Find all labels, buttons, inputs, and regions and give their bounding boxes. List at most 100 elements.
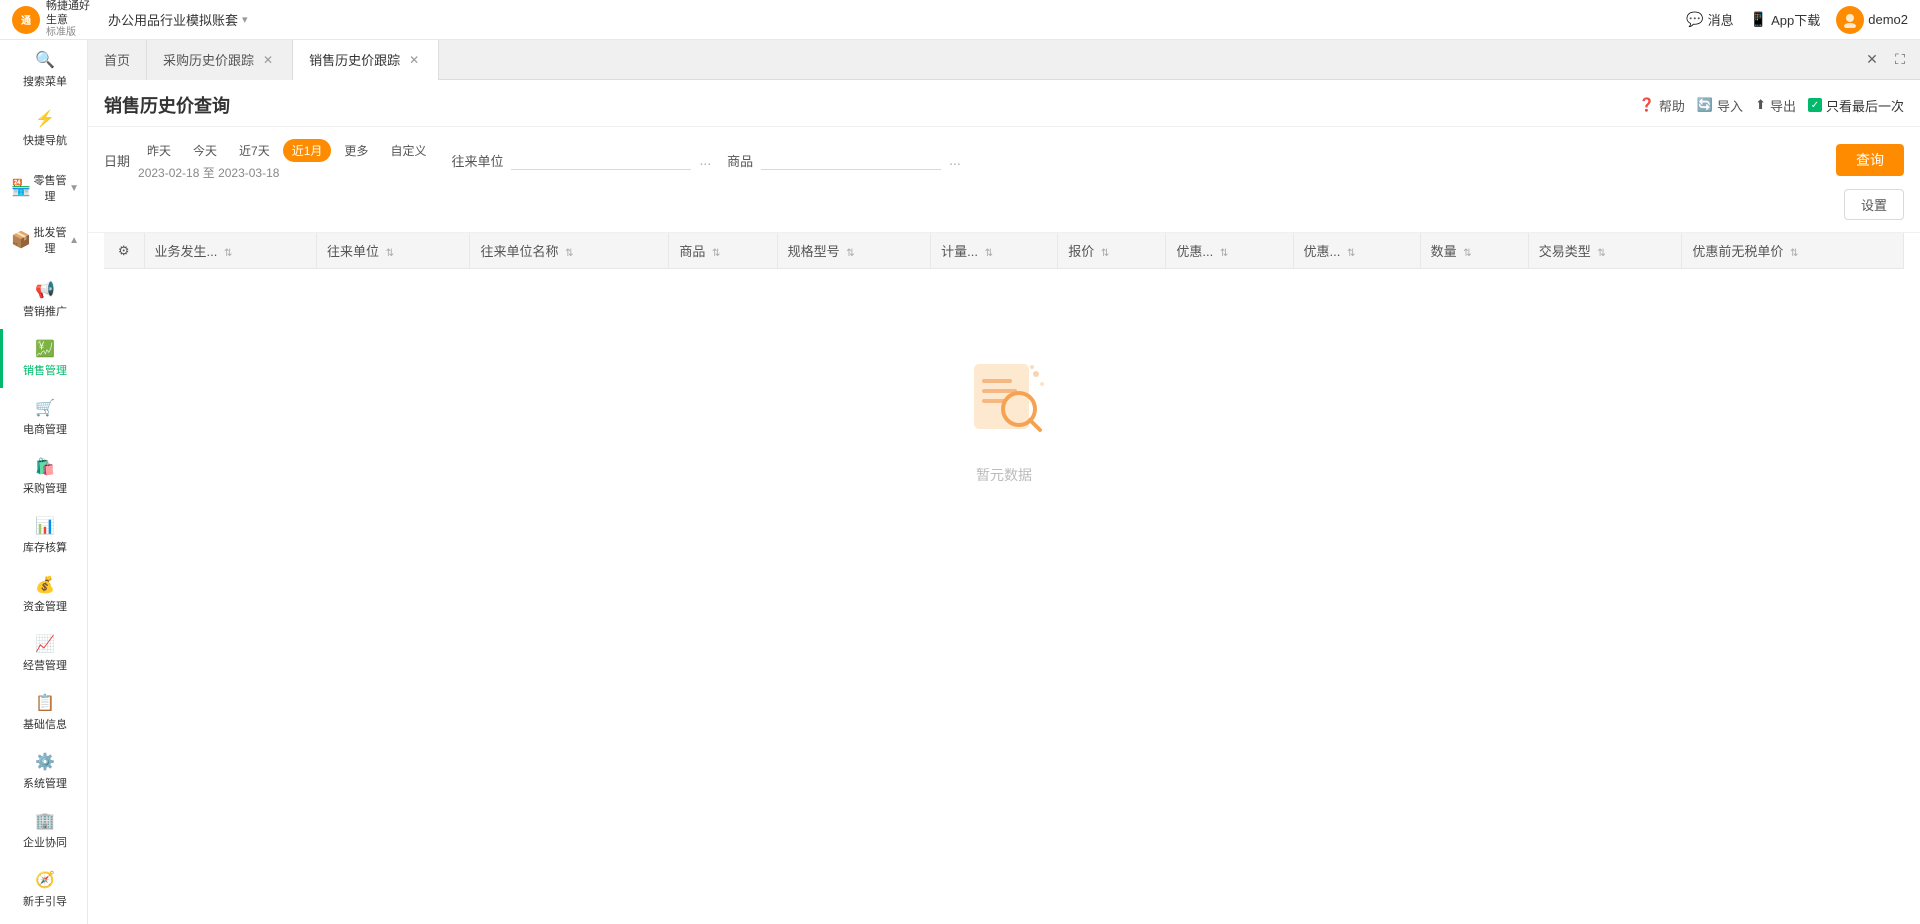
table-header-row: ⚙ 业务发生... ⇅ 往来单位 ⇅ 往来单位名称 [104, 233, 1904, 269]
sidebar-item-system[interactable]: ⚙️ 系统管理 [0, 742, 87, 801]
marketing-icon: 📢 [35, 280, 55, 300]
sort-icon-partner-name: ⇅ [565, 248, 573, 259]
sidebar-item-guide[interactable]: 🧭 新手引导 [0, 860, 87, 919]
settings-icon: ⚙ [118, 243, 130, 258]
help-action[interactable]: ❓ 帮助 [1639, 96, 1685, 115]
sort-icon-discount1: ⇅ [1220, 248, 1228, 259]
date-btn-yesterday[interactable]: 昨天 [138, 139, 180, 162]
message-icon: 💬 [1686, 11, 1703, 28]
th-partner-name[interactable]: 往来单位名称 ⇅ [470, 233, 669, 269]
purchase-icon: 🛍️ [35, 457, 55, 477]
th-biz-date[interactable]: 业务发生... ⇅ [144, 233, 316, 269]
date-btn-today[interactable]: 今天 [184, 139, 226, 162]
sidebar-item-wholesale[interactable]: 📦 批发管理 ▲ [0, 214, 87, 266]
th-spec[interactable]: 规格型号 ⇅ [777, 233, 931, 269]
empty-state: 暂元数据 [104, 269, 1904, 565]
sidebar-item-search[interactable]: 🔍 搜索菜单 [0, 40, 87, 99]
show-last-checkbox-group[interactable]: ✓ 只看最后一次 [1808, 96, 1904, 115]
th-pretax-price[interactable]: 优惠前无税单价 ⇅ [1682, 233, 1904, 269]
th-quantity[interactable]: 数量 ⇅ [1420, 233, 1528, 269]
th-quote[interactable]: 报价 ⇅ [1058, 233, 1166, 269]
workspace-selector[interactable]: 办公用品行业模拟账套 ▾ [108, 10, 248, 29]
page-header: 销售历史价查询 ❓ 帮助 🔄 导入 ⬆ 导出 ✓ [88, 80, 1920, 127]
sidebar-item-marketing[interactable]: 📢 营销推广 [0, 270, 87, 329]
sidebar-item-ecommerce[interactable]: 🛒 电商管理 [0, 388, 87, 447]
retail-icon: 🏪 [11, 178, 31, 198]
export-icon: ⬆ [1755, 97, 1766, 113]
date-filter-group: 昨天 今天 近7天 近1月 更多 自定义 2023-02-18 至 2023-0… [138, 139, 435, 181]
sidebar-item-basic[interactable]: 📋 基础信息 [0, 683, 87, 742]
sidebar-item-quick[interactable]: ⚡ 快捷导航 [0, 99, 87, 158]
svg-text:通: 通 [21, 15, 31, 27]
avatar [1836, 6, 1864, 34]
sidebar-item-appstore[interactable]: 📱 应用中心 [0, 919, 87, 924]
search-icon: 🔍 [35, 50, 55, 70]
tab-close-all-button[interactable]: ✕ [1860, 48, 1884, 72]
th-unit[interactable]: 计量... ⇅ [931, 233, 1058, 269]
ecommerce-icon: 🛒 [35, 398, 55, 418]
retail-chevron-icon: ▼ [69, 183, 79, 194]
sort-icon-partner-code: ⇅ [386, 248, 394, 259]
sort-icon-quote: ⇅ [1101, 248, 1109, 259]
settings-button[interactable]: 设置 [1844, 189, 1904, 220]
date-btn-custom[interactable]: 自定义 [381, 139, 435, 162]
export-action[interactable]: ⬆ 导出 [1755, 96, 1796, 115]
page-header-actions: ❓ 帮助 🔄 导入 ⬆ 导出 ✓ 只看最后一次 [1639, 96, 1904, 115]
user-action[interactable]: demo2 [1836, 6, 1908, 34]
sidebar: 🔍 搜索菜单 ⚡ 快捷导航 🏪 零售管理 ▼ 📦 批发管理 ▲ 📢 营销推广 💹… [0, 40, 88, 924]
top-bar: 通 畅捷通好生意 标准版 办公用品行业模拟账套 ▾ 💬 消息 📱 App下载 d… [0, 0, 1920, 40]
sort-icon-trade-type: ⇅ [1597, 248, 1605, 259]
app-download-action[interactable]: 📱 App下载 [1750, 10, 1821, 29]
inventory-icon: 📊 [35, 516, 55, 536]
date-range-text: 2023-02-18 至 2023-03-18 [138, 164, 435, 181]
show-last-checkbox[interactable]: ✓ [1808, 98, 1822, 112]
phone-icon: 📱 [1750, 11, 1767, 28]
th-discount2[interactable]: 优惠... ⇅ [1293, 233, 1420, 269]
top-bar-right: 💬 消息 📱 App下载 demo2 [1686, 6, 1908, 34]
sidebar-item-business[interactable]: 📈 经营管理 [0, 624, 87, 683]
th-product[interactable]: 商品 ⇅ [669, 233, 777, 269]
th-settings[interactable]: ⚙ [104, 233, 144, 269]
sidebar-item-sales[interactable]: 💹 销售管理 [0, 329, 87, 388]
import-action[interactable]: 🔄 导入 [1697, 96, 1743, 115]
tab-sales-history[interactable]: 销售历史价跟踪 ✕ [293, 40, 439, 80]
tab-bar-actions: ✕ ⛶ [1860, 48, 1920, 72]
partner-input[interactable] [511, 150, 691, 170]
partner-label: 往来单位 [451, 151, 503, 170]
tab-maximize-button[interactable]: ⛶ [1888, 48, 1912, 72]
lightning-icon: ⚡ [35, 109, 55, 129]
sidebar-item-finance[interactable]: 💰 资金管理 [0, 565, 87, 624]
partner-dots[interactable]: ... [699, 152, 711, 168]
th-discount1[interactable]: 优惠... ⇅ [1166, 233, 1293, 269]
date-btn-7days[interactable]: 近7天 [230, 139, 279, 162]
sidebar-item-retail[interactable]: 🏪 零售管理 ▼ [0, 162, 87, 214]
logo-icon: 通 [12, 6, 40, 34]
wholesale-chevron-icon: ▲ [69, 235, 79, 246]
wholesale-icon: 📦 [11, 230, 31, 250]
tab-purchase-history[interactable]: 采购历史价跟踪 ✕ [147, 40, 293, 80]
date-btn-1month[interactable]: 近1月 [283, 139, 332, 162]
product-dots[interactable]: ... [949, 152, 961, 168]
empty-text: 暂元数据 [976, 465, 1032, 485]
th-partner-code[interactable]: 往来单位 ⇅ [316, 233, 470, 269]
tab-close-sales[interactable]: ✕ [406, 53, 422, 67]
sidebar-item-inventory[interactable]: 📊 库存核算 [0, 506, 87, 565]
table-section: ⚙ 业务发生... ⇅ 往来单位 ⇅ 往来单位名称 [88, 233, 1920, 565]
product-filter: 商品 ... [727, 150, 961, 170]
query-button[interactable]: 查询 [1836, 144, 1904, 176]
message-action[interactable]: 💬 消息 [1686, 10, 1733, 29]
system-icon: ⚙️ [35, 752, 55, 772]
import-icon: 🔄 [1697, 97, 1713, 113]
tab-home[interactable]: 首页 [88, 40, 147, 80]
date-btn-more[interactable]: 更多 [335, 139, 377, 162]
sidebar-item-purchase[interactable]: 🛍️ 采购管理 [0, 447, 87, 506]
product-input-group: ... [761, 150, 961, 170]
filter-row: 日期 昨天 今天 近7天 近1月 更多 自定义 2023-02-18 至 202… [104, 139, 1904, 181]
tab-close-purchase[interactable]: ✕ [260, 53, 276, 67]
sidebar-item-enterprise[interactable]: 🏢 企业协同 [0, 801, 87, 860]
data-table: ⚙ 业务发生... ⇅ 往来单位 ⇅ 往来单位名称 [104, 233, 1904, 269]
sort-icon-spec: ⇅ [846, 248, 854, 259]
product-input[interactable] [761, 150, 941, 170]
th-trade-type[interactable]: 交易类型 ⇅ [1528, 233, 1682, 269]
help-icon: ❓ [1639, 97, 1655, 113]
